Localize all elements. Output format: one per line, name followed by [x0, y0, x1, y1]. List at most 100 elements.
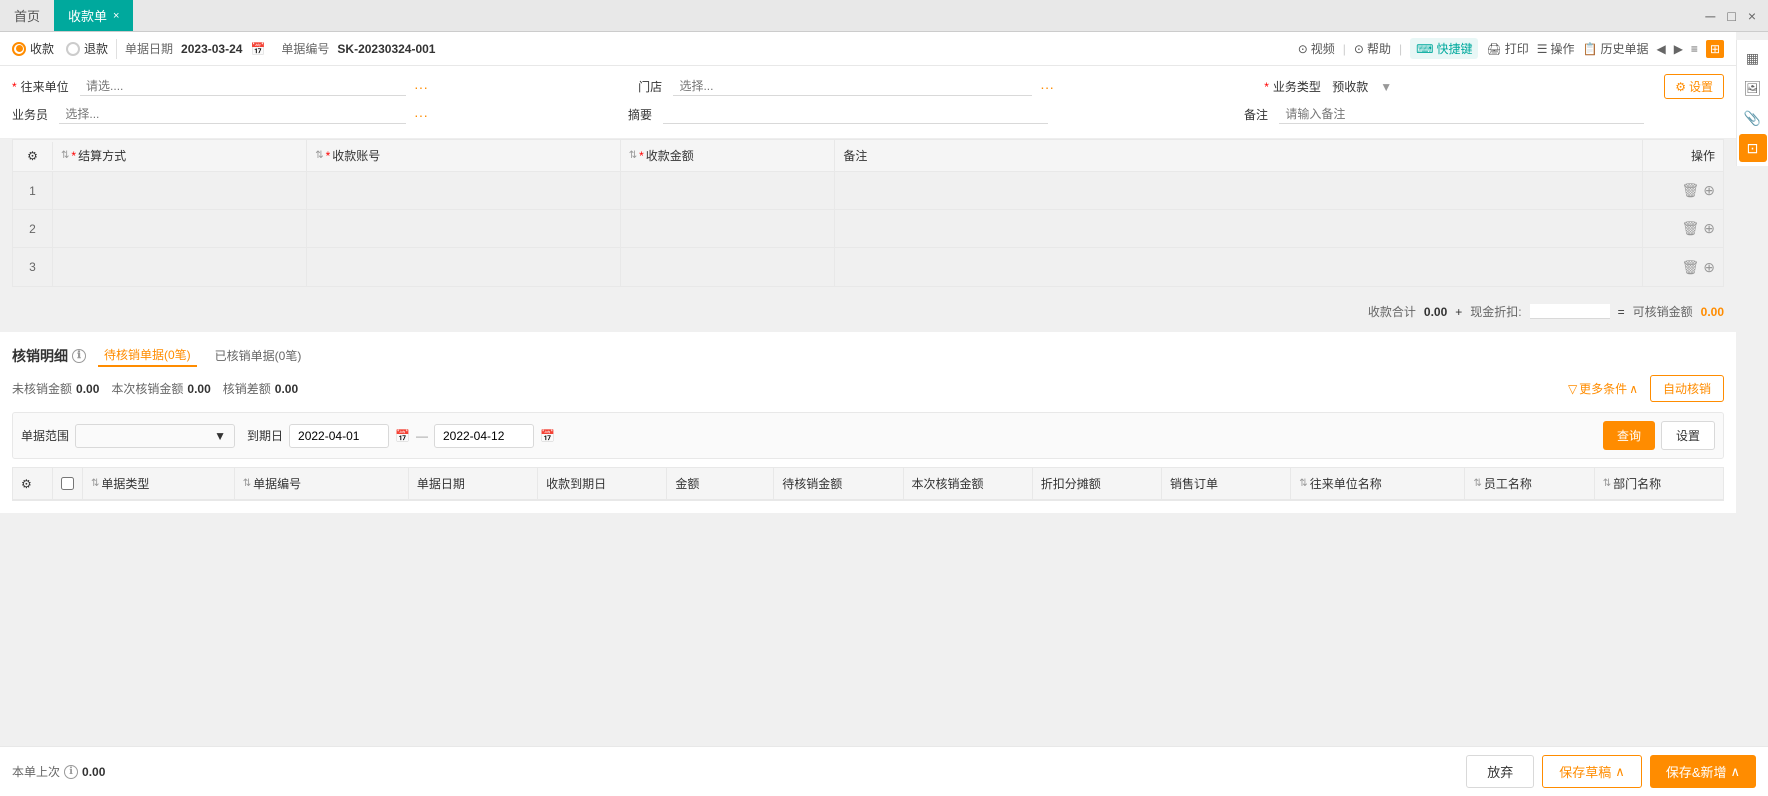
abandon-button[interactable]: 放弃 — [1466, 755, 1534, 788]
tab-pending-nuclear[interactable]: 待核销单据(0笔) — [98, 344, 197, 367]
copy-row-3-icon[interactable]: ⊕ — [1703, 259, 1715, 276]
grid-icon[interactable]: ⊞ — [1706, 40, 1724, 58]
query-button[interactable]: 查询 — [1603, 421, 1655, 450]
delete-row-3-icon[interactable]: 🗑 — [1681, 259, 1699, 276]
range-select-arrow: ▼ — [214, 429, 226, 443]
range-select[interactable]: ▼ — [75, 424, 235, 448]
sort-employee[interactable]: ⇅ — [1473, 478, 1481, 489]
settings-button[interactable]: ⚙ 设置 — [1664, 74, 1724, 99]
nuclear-section: 核销明细 ℹ 待核销单据(0笔) 已核销单据(0笔) 未核销金额 0.00 本次… — [0, 328, 1736, 513]
calendar-icon[interactable]: 📅 — [250, 42, 265, 56]
expand-sidebar-icon[interactable]: ⊡ — [1739, 134, 1767, 162]
counterpart-more-icon[interactable]: ··· — [410, 79, 432, 95]
th-jiesuan: ⇅ * 结算方式 — [53, 140, 307, 171]
business-type-value: 预收款 — [1332, 78, 1368, 95]
sort-dept[interactable]: ⇅ — [1603, 478, 1611, 489]
tab-close-icon[interactable]: × — [113, 10, 119, 22]
business-type-field: * 业务类型 预收款 ▼ — [1264, 78, 1664, 95]
video-btn[interactable]: ⊙ 视频 — [1298, 40, 1335, 57]
minimize-icon[interactable]: ─ — [1701, 6, 1719, 26]
this-nuclear-value: 0.00 — [187, 382, 210, 396]
sort-icon-amount[interactable]: ⇅ — [629, 150, 637, 161]
menu-icon[interactable]: ≡ — [1691, 42, 1698, 56]
attach-sidebar-icon[interactable]: 📎 — [1739, 104, 1767, 132]
bt-th-discount: 折扣分摊额 — [1033, 468, 1162, 499]
remark-input-2[interactable] — [843, 222, 1634, 236]
amount-input-1[interactable] — [629, 184, 827, 198]
tab-bar: 首页 收款单 × ─ □ × — [0, 0, 1768, 32]
form-section: * 往来单位 ··· 门店 ··· * 业务类型 预收款 ▼ — [0, 66, 1736, 139]
sort-bill-type[interactable]: ⇅ — [91, 478, 99, 489]
account-input-2[interactable] — [315, 222, 612, 236]
close-window-icon[interactable]: × — [1744, 6, 1760, 26]
radio-refund[interactable]: 退款 — [66, 40, 108, 57]
bottom-table: ⚙ ⇅ 单据类型 ⇅ 单据编号 单据日期 收款到期日 — [12, 467, 1724, 501]
sort-icon-jiesuan[interactable]: ⇅ — [61, 150, 69, 161]
select-all-checkbox[interactable] — [61, 477, 74, 490]
form-row-1: * 往来单位 ··· 门店 ··· * 业务类型 预收款 ▼ — [12, 74, 1724, 99]
settings-icon: ⚙ — [27, 149, 38, 163]
account-input-3[interactable] — [315, 260, 612, 274]
calendar-from-icon[interactable]: 📅 — [395, 429, 410, 443]
table-sidebar-icon[interactable]: ▦ — [1739, 44, 1767, 72]
radio-refund-circle — [66, 42, 80, 56]
discount-input[interactable] — [1530, 304, 1610, 319]
help-btn[interactable]: ⊙ 帮助 — [1354, 40, 1391, 57]
amount-input-2[interactable] — [629, 222, 827, 236]
operation-btn[interactable]: ☰ 操作 — [1537, 40, 1575, 57]
salesperson-input[interactable] — [59, 105, 406, 124]
tab-done-nuclear[interactable]: 已核销单据(0笔) — [209, 345, 308, 366]
account-input-1[interactable] — [315, 184, 612, 198]
due-date-from-input[interactable] — [289, 424, 389, 448]
tab-receipt[interactable]: 收款单 × — [54, 0, 133, 31]
print-btn[interactable]: 🖨 打印 — [1486, 40, 1528, 57]
history-btn[interactable]: 📋 历史单据 — [1582, 40, 1648, 57]
remark-input-1[interactable] — [843, 184, 1634, 198]
image-sidebar-icon[interactable]: 🖼 — [1739, 74, 1767, 102]
copy-row-2-icon[interactable]: ⊕ — [1703, 220, 1715, 237]
th-settings[interactable]: ⚙ — [13, 142, 53, 170]
save-new-button[interactable]: 保存&新增 ∧ — [1650, 755, 1756, 788]
range-field: 单据范围 ▼ — [21, 424, 235, 448]
amount-input-3[interactable] — [629, 260, 827, 274]
business-type-arrow[interactable]: ▼ — [1380, 80, 1392, 94]
footer-info-icon[interactable]: ℹ — [64, 765, 78, 779]
counterpart-input[interactable] — [80, 77, 406, 96]
jiesuan-input-2[interactable] — [61, 222, 298, 236]
nuclear-info-icon[interactable]: ℹ — [72, 349, 86, 363]
delete-row-2-icon[interactable]: 🗑 — [1681, 220, 1699, 237]
more-conditions-btn[interactable]: ▽ 更多条件 ∧ — [1568, 380, 1638, 397]
radio-receipt[interactable]: 收款 — [12, 40, 54, 57]
calendar-to-icon[interactable]: 📅 — [540, 429, 555, 443]
delete-row-1-icon[interactable]: 🗑 — [1681, 182, 1699, 199]
jiesuan-input-1[interactable] — [61, 184, 298, 198]
remark-input-3[interactable] — [843, 260, 1634, 274]
save-draft-button[interactable]: 保存草稿 ∧ — [1542, 755, 1642, 788]
bt-th-settings[interactable]: ⚙ — [13, 468, 53, 499]
th-caozuo: 操作 — [1643, 140, 1723, 171]
maximize-icon[interactable]: □ — [1723, 6, 1739, 26]
salesperson-field: 业务员 ··· — [12, 105, 432, 124]
sort-icon-account[interactable]: ⇅ — [315, 150, 323, 161]
bill-date-value[interactable]: 2023-03-24 — [181, 42, 242, 56]
available-value: 0.00 — [1701, 305, 1724, 319]
due-date-to-input[interactable] — [434, 424, 534, 448]
salesperson-more-icon[interactable]: ··· — [410, 107, 432, 123]
sort-counterpart[interactable]: ⇅ — [1299, 478, 1307, 489]
store-more-icon[interactable]: ··· — [1036, 79, 1058, 95]
remark-input[interactable] — [1279, 105, 1644, 124]
sort-bill-no[interactable]: ⇅ — [243, 478, 251, 489]
auto-nuclear-button[interactable]: 自动核销 — [1650, 375, 1724, 402]
table-header: ⚙ ⇅ * 结算方式 ⇅ * 收款账号 ⇅ * 收款金额 备注 操作 — [13, 140, 1723, 172]
summary-input[interactable] — [663, 105, 1048, 124]
copy-row-1-icon[interactable]: ⊕ — [1703, 182, 1715, 199]
store-input[interactable] — [673, 77, 1032, 96]
jiesuan-input-3[interactable] — [61, 260, 298, 274]
shortcut-btn[interactable]: ⌨ 快捷键 — [1410, 38, 1478, 59]
due-date-field: 到期日 📅 — 📅 — [247, 424, 555, 448]
remark-field: 备注 — [1244, 105, 1644, 124]
next-icon[interactable]: ▶ — [1674, 42, 1683, 56]
prev-icon[interactable]: ◀ — [1656, 42, 1665, 56]
tab-home[interactable]: 首页 — [0, 0, 54, 31]
nuclear-settings-button[interactable]: 设置 — [1661, 421, 1715, 450]
